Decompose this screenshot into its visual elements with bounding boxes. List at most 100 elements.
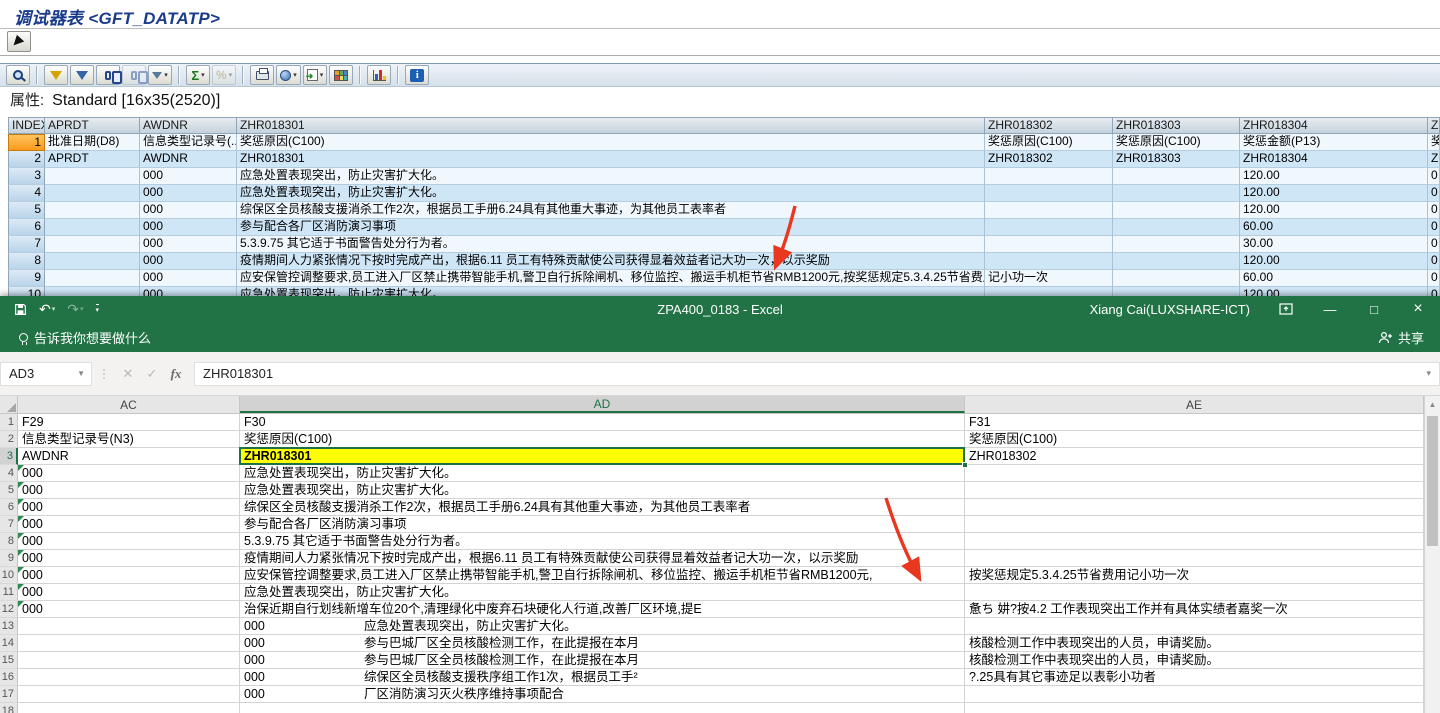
cell[interactable]: 8	[8, 253, 45, 270]
row-header-18[interactable]: 18	[0, 703, 18, 713]
column-header-zhr018303[interactable]: ZHR018303	[1113, 117, 1240, 134]
cell[interactable]: 奖	[1428, 134, 1440, 151]
column-header-zhr018304[interactable]: ZHR018304	[1240, 117, 1428, 134]
cell[interactable]: ZHR018304	[1240, 151, 1428, 168]
cell-ac6[interactable]: 000	[18, 499, 240, 516]
cell[interactable]	[1113, 168, 1240, 185]
cell[interactable]: 0	[1428, 185, 1440, 202]
cell[interactable]	[985, 202, 1113, 219]
cell-ae11[interactable]	[965, 584, 1424, 601]
cell[interactable]: 6	[8, 219, 45, 236]
cell-ad9[interactable]: 疫情期间人力紧张情况下按时完成产出，根据6.11 员工有特殊贡献使公司获得显着效…	[240, 550, 965, 567]
cell[interactable]	[1113, 253, 1240, 270]
row-header-15[interactable]: 15	[0, 652, 18, 669]
table-row[interactable]: 8 000 疫情期间人力紧张情况下按时完成产出，根据6.11 员工有特殊贡献使公司获…	[8, 253, 1440, 270]
row-header-12[interactable]: 12	[0, 601, 18, 618]
find-next-button[interactable]	[122, 65, 148, 85]
cell[interactable]: ZHR018302	[985, 151, 1113, 168]
cell-ac14[interactable]	[18, 635, 240, 652]
row-header-7[interactable]: 7	[0, 516, 18, 533]
cell-ad18[interactable]	[240, 703, 965, 713]
cell-ac11[interactable]: 000	[18, 584, 240, 601]
customize-quick-access-button[interactable]: ▾	[92, 298, 104, 320]
cell[interactable]: AWDNR	[140, 151, 237, 168]
cell-ac13[interactable]	[18, 618, 240, 635]
table-row[interactable]: 5 000 综保区全员核酸支援消杀工作2次，根据员工手册6.24具有其他重大事迹，为…	[8, 202, 1440, 219]
cell[interactable]: 4	[8, 185, 45, 202]
row-header-9[interactable]: 9	[0, 550, 18, 567]
table-row[interactable]: 4 000 应急处置表现突出，防止灾害扩大化。 120.00 0	[8, 185, 1440, 202]
subtotal-button[interactable]: % ▾	[212, 65, 237, 85]
cell-ad16[interactable]: 000 综保区全员核酸支援秩序组工作1次，根据员工手²	[240, 669, 965, 686]
expand-formula-bar-icon[interactable]: ▾	[1426, 368, 1431, 379]
cell[interactable]: 奖惩原因(C100)	[1113, 134, 1240, 151]
cell[interactable]	[45, 236, 140, 253]
cell-ad12[interactable]: 治保近期自行划线新增车位20个,清理绿化中废弃石块硬化人行道,改善厂区环境,提E	[240, 601, 965, 618]
cell[interactable]: ZHR018301	[237, 151, 985, 168]
choose-button[interactable]	[7, 31, 31, 52]
cell-ac2[interactable]: 信息类型记录号(N3)	[18, 431, 240, 448]
cell-ad4[interactable]: 应急处置表现突出，防止灾害扩大化。	[240, 465, 965, 482]
cell[interactable]	[1113, 236, 1240, 253]
cell-ac4[interactable]: 000	[18, 465, 240, 482]
table-row[interactable]: 2 APRDT AWDNR ZHR018301 ZHR018302 ZHR018303 ZH…	[8, 151, 1440, 168]
minimize-button[interactable]: —	[1308, 296, 1352, 322]
ribbon-display-options-button[interactable]	[1264, 296, 1308, 322]
total-button[interactable]: Σ ▾	[186, 65, 210, 85]
close-button[interactable]: ×	[1396, 296, 1440, 322]
row-header-3[interactable]: 3	[0, 448, 18, 465]
cell-ae3[interactable]: ZHR018302	[965, 448, 1424, 465]
cell-ae9[interactable]	[965, 550, 1424, 567]
cell-ae15[interactable]: 核酸检测工作中表现突出的人员，申请奖励。	[965, 652, 1424, 669]
cell-ad1[interactable]: F30	[240, 414, 965, 431]
table-row[interactable]: 1 批准日期(D8) 信息类型记录号(.. 奖惩原因(C100) 奖惩原因(C100) 奖…	[8, 134, 1440, 151]
vertical-scrollbar[interactable]: ▲	[1424, 396, 1440, 713]
cell-ac9[interactable]: 000	[18, 550, 240, 567]
column-header-zhr018302[interactable]: ZHR018302	[985, 117, 1113, 134]
cell[interactable]: 应急处置表现突出，防止灾害扩大化。	[237, 168, 985, 185]
cell-ac12[interactable]: 000	[18, 601, 240, 618]
cell-ac18[interactable]	[18, 703, 240, 713]
cell[interactable]	[45, 185, 140, 202]
find-button[interactable]	[96, 65, 122, 85]
cell[interactable]: 参与配合各厂区消防演习事项	[237, 219, 985, 236]
info-button[interactable]: i	[405, 65, 430, 85]
select-all-corner[interactable]	[0, 396, 18, 413]
column-header-zhr018301[interactable]: ZHR018301	[237, 117, 985, 134]
cell[interactable]: 0	[1428, 236, 1440, 253]
cell-ad10[interactable]: 应安保管控调整要求,员工进入厂区禁止携带智能手机,警卫自行拆除闸机、移位监控、搬…	[240, 567, 965, 584]
cell[interactable]: 信息类型记录号(..	[140, 134, 237, 151]
cell-ae17[interactable]	[965, 686, 1424, 703]
cell-ac5[interactable]: 000	[18, 482, 240, 499]
row-header-8[interactable]: 8	[0, 533, 18, 550]
cell[interactable]: 0	[1428, 219, 1440, 236]
row-header-5[interactable]: 5	[0, 482, 18, 499]
cancel-entry-button[interactable]: ✕	[116, 366, 140, 382]
cell-ae13[interactable]	[965, 618, 1424, 635]
cell[interactable]	[985, 219, 1113, 236]
cell[interactable]: 5	[8, 202, 45, 219]
cell[interactable]: 记小功一次	[985, 270, 1113, 287]
table-row[interactable]: 3 000 应急处置表现突出，防止灾害扩大化。 120.00 0	[8, 168, 1440, 185]
cell-ad14[interactable]: 000 参与巴城厂区全员核酸检测工作，在此提报在本月	[240, 635, 965, 652]
row-header-17[interactable]: 17	[0, 686, 18, 703]
cell-ac7[interactable]: 000	[18, 516, 240, 533]
cell-ad6[interactable]: 综保区全员核酸支援消杀工作2次，根据员工手册6.24具有其他重大事迹，为其他员工…	[240, 499, 965, 516]
row-header-14[interactable]: 14	[0, 635, 18, 652]
cell-ae8[interactable]	[965, 533, 1424, 550]
row-header-4[interactable]: 4	[0, 465, 18, 482]
cell-ae2[interactable]: 奖惩原因(C100)	[965, 431, 1424, 448]
cell-ac16[interactable]	[18, 669, 240, 686]
cell-ac3[interactable]: AWDNR	[18, 448, 240, 465]
export-button[interactable]: ▾	[302, 65, 328, 85]
tell-me-box[interactable]: 告诉我你想要做什么	[6, 328, 164, 347]
cell[interactable]	[1113, 270, 1240, 287]
cell[interactable]: 7	[8, 236, 45, 253]
column-header-ac[interactable]: AC	[18, 396, 240, 413]
cell[interactable]: 120.00	[1240, 202, 1428, 219]
column-header-ae[interactable]: AE	[965, 396, 1424, 413]
cell[interactable]: ZHR018303	[1113, 151, 1240, 168]
cell[interactable]: 0	[1428, 270, 1440, 287]
scroll-up-icon[interactable]: ▲	[1425, 396, 1440, 409]
row-header-16[interactable]: 16	[0, 669, 18, 686]
